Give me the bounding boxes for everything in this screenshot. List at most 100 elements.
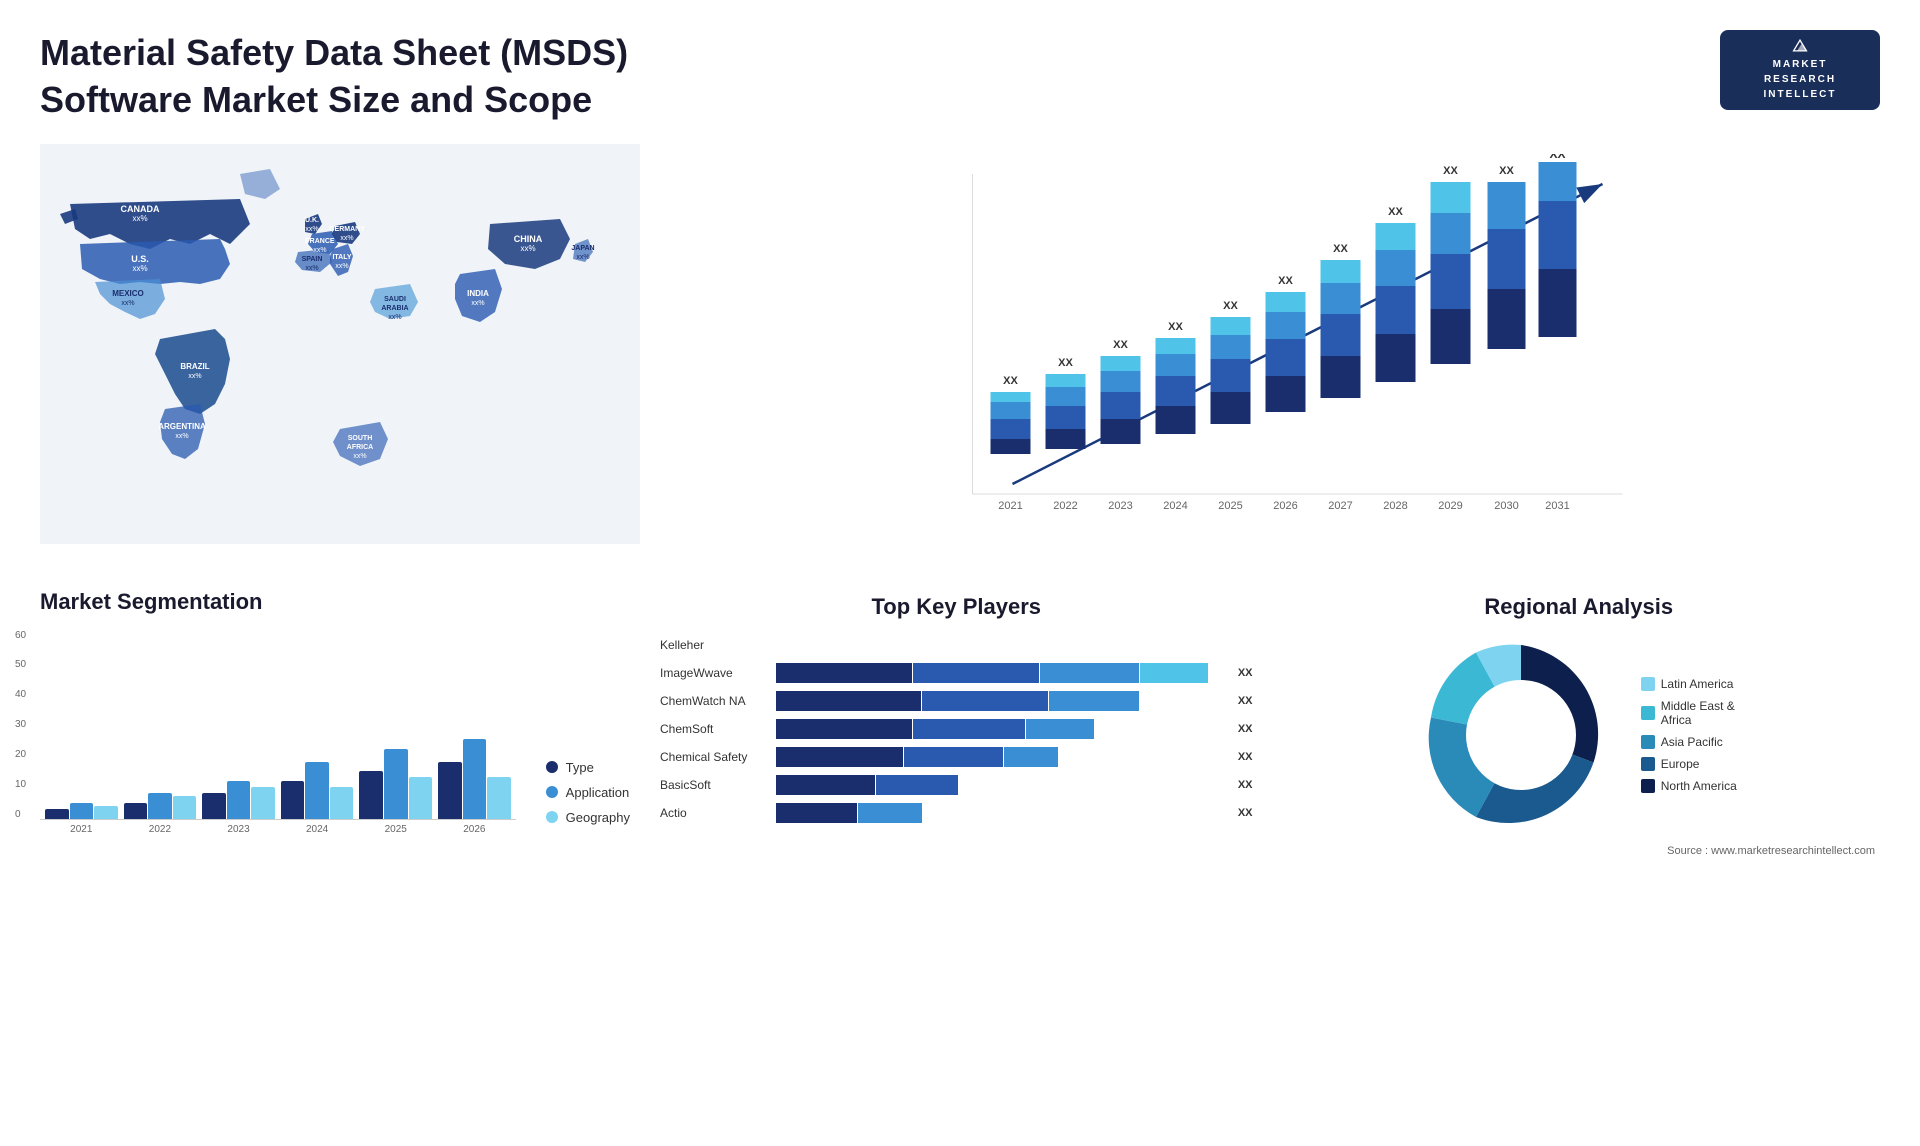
seg-bar-type-2025 (359, 771, 383, 819)
svg-text:2024: 2024 (1163, 500, 1187, 512)
reg-color-mea (1641, 706, 1655, 720)
svg-text:XX: XX (1168, 321, 1183, 333)
svg-text:2025: 2025 (1218, 500, 1242, 512)
segmentation-section: Market Segmentation 0 10 20 30 40 50 60 (40, 589, 640, 1100)
player-xx-chemwatchna: XX (1238, 695, 1253, 707)
seg-bar-type-2026 (438, 762, 462, 819)
content-grid: CANADA xx% U.S. xx% MEXICO xx% BRAZIL xx… (40, 144, 1880, 1100)
seg-bar-app-2026 (463, 739, 487, 818)
player-name-chemsoft: ChemSoft (660, 722, 770, 736)
reg-color-europe (1641, 757, 1655, 771)
svg-text:xx%: xx% (388, 314, 401, 321)
japan-label: JAPAN (571, 245, 594, 252)
svg-text:XX: XX (1058, 357, 1073, 369)
uk-label: U.K. (305, 217, 319, 224)
player-row-basicsoft: BasicSoft XX (660, 775, 1253, 795)
header: Material Safety Data Sheet (MSDS) Softwa… (40, 30, 1880, 124)
seg-bar-geo-2026 (487, 777, 511, 818)
seg-year-2023 (202, 630, 275, 819)
player-xx-basicsoft: XX (1238, 779, 1253, 791)
reg-legend-mea: Middle East &Africa (1641, 699, 1737, 727)
player-xx-imagewwave: XX (1238, 667, 1253, 679)
y-label-20: 20 (15, 749, 26, 760)
player-xx-actio: XX (1238, 807, 1253, 819)
player-name-kelleher: Kelleher (660, 638, 770, 652)
argentina-label: ARGENTINA (158, 422, 206, 431)
player-row-imagewwave: ImageWwave XX (660, 663, 1253, 683)
player-row-kelleher: Kelleher (660, 635, 1253, 655)
legend-type-dot (546, 761, 558, 773)
key-players-title: Top Key Players (660, 594, 1253, 620)
player-bar-basicsoft (776, 775, 1228, 795)
svg-text:XX: XX (1549, 154, 1565, 161)
seg-legend: Type Application Geography (536, 750, 640, 835)
y-label-10: 10 (15, 779, 26, 790)
svg-text:XX: XX (1223, 300, 1238, 312)
world-map-svg: CANADA xx% U.S. xx% MEXICO xx% BRAZIL xx… (40, 144, 640, 544)
player-name-chemicalsafety: Chemical Safety (660, 750, 770, 764)
player-name-chemwatchna: ChemWatch NA (660, 694, 770, 708)
reg-color-northamerica (1641, 779, 1655, 793)
legend-application: Application (546, 785, 630, 800)
mexico-label: MEXICO (112, 289, 144, 298)
player-xx-chemicalsafety: XX (1238, 751, 1253, 763)
svg-text:XX: XX (1333, 243, 1348, 255)
svg-text:2030: 2030 (1494, 500, 1518, 512)
seg-bars-container: 0 10 20 30 40 50 60 (40, 630, 516, 835)
seg-xlabel-2023: 2023 (202, 824, 275, 835)
spain-label: SPAIN (302, 256, 323, 263)
y-label-0: 0 (15, 809, 26, 820)
y-label-50: 50 (15, 659, 26, 670)
seg-year-2021 (45, 630, 118, 819)
svg-text:XX: XX (1388, 206, 1403, 218)
seg-xlabel-2026: 2026 (438, 824, 511, 835)
svg-text:xx%: xx% (188, 373, 201, 380)
seg-bar-app-2021 (70, 803, 94, 819)
player-xx-chemsoft: XX (1238, 723, 1253, 735)
player-bar-chemicalsafety (776, 747, 1228, 767)
legend-application-label: Application (566, 785, 630, 800)
regional-content: Latin America Middle East &Africa Asia P… (1283, 635, 1876, 835)
reg-label-latin: Latin America (1661, 677, 1734, 691)
page-container: Material Safety Data Sheet (MSDS) Softwa… (0, 0, 1920, 1146)
svg-text:xx%: xx% (313, 247, 326, 254)
player-row-chemsoft: ChemSoft XX (660, 719, 1253, 739)
y-axis: 0 10 20 30 40 50 60 (15, 630, 26, 820)
seg-bar-geo-2025 (409, 777, 433, 818)
seg-xlabel-2024: 2024 (281, 824, 354, 835)
player-bar-chemsoft (776, 719, 1228, 739)
seg-year-2022 (124, 630, 197, 819)
player-bar-chemwatchna (776, 691, 1228, 711)
legend-geography-dot (546, 811, 558, 823)
seg-bar-geo-2024 (330, 787, 354, 819)
svg-text:AFRICA: AFRICA (347, 444, 373, 451)
seg-bar-geo-2022 (173, 796, 197, 818)
source-text: Source : www.marketresearchintellect.com (1283, 845, 1876, 857)
player-bar-imagewwave (776, 663, 1228, 683)
bottom-right: Top Key Players Kelleher ImageWwave (655, 589, 1880, 1100)
bar-chart-section: XX 2021 XX 2022 XX (655, 144, 1880, 574)
segmentation-title: Market Segmentation (40, 589, 640, 615)
seg-bar-type-2023 (202, 793, 226, 818)
svg-text:ARABIA: ARABIA (381, 305, 408, 312)
svg-text:XX: XX (1003, 375, 1018, 387)
germany-label: GERMANY (329, 226, 365, 233)
canada-label: CANADA (121, 204, 160, 214)
italy-label: ITALY (332, 254, 351, 261)
svg-text:xx%: xx% (132, 214, 147, 223)
svg-text:XX: XX (1278, 275, 1293, 287)
reg-legend-northamerica: North America (1641, 779, 1737, 793)
y-label-40: 40 (15, 689, 26, 700)
logo-icon (1780, 38, 1820, 53)
reg-label-asia: Asia Pacific (1661, 735, 1723, 749)
reg-color-latin (1641, 677, 1655, 691)
donut-chart-svg (1421, 635, 1621, 835)
player-row-chemwatchna: ChemWatch NA XX (660, 691, 1253, 711)
seg-bar-app-2023 (227, 781, 251, 819)
legend-application-dot (546, 786, 558, 798)
player-name-imagewwave: ImageWwave (660, 666, 770, 680)
seg-xlabel-2022: 2022 (124, 824, 197, 835)
logo-box: MARKETRESEARCHINTELLECT (1720, 30, 1880, 110)
logo-area: MARKETRESEARCHINTELLECT (1720, 30, 1880, 110)
svg-text:2022: 2022 (1053, 500, 1077, 512)
